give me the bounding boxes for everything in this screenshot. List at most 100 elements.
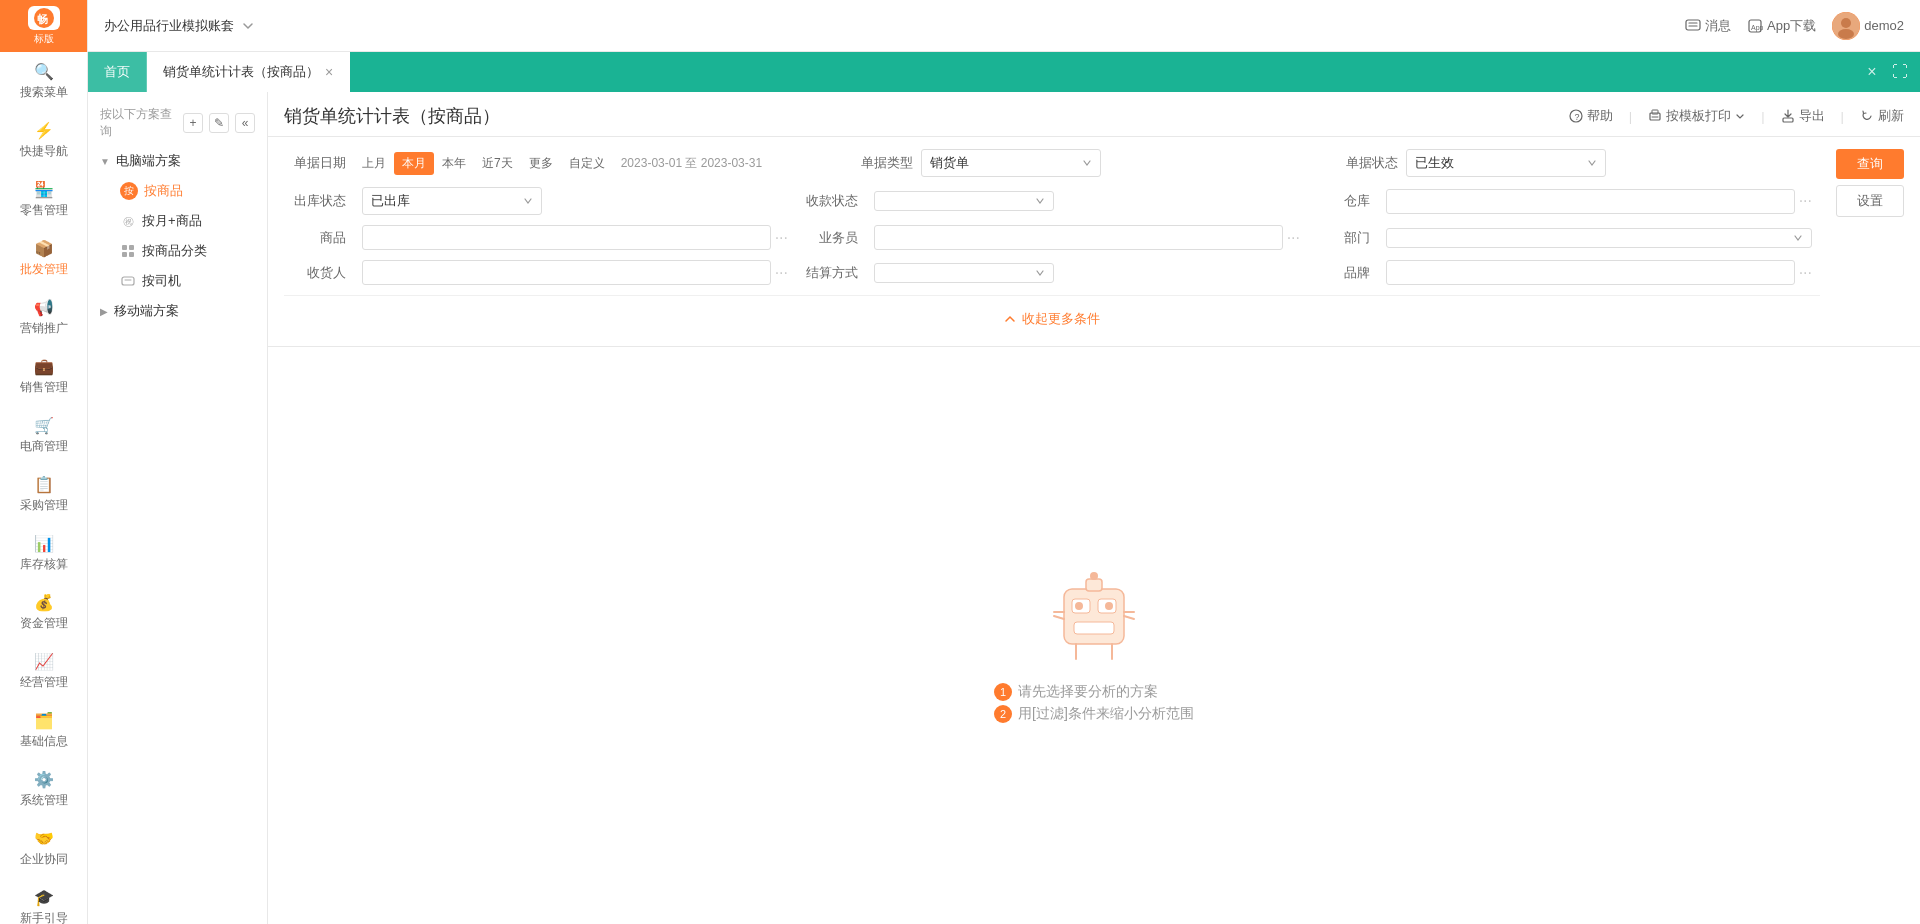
date-tab-thisyear[interactable]: 本年 [434, 152, 474, 175]
retail-icon: 🏪 [34, 180, 54, 199]
export-label: 导出 [1799, 107, 1825, 125]
sidebar-item-search[interactable]: 🔍 搜索菜单 [0, 52, 87, 111]
date-tab-more[interactable]: 更多 [521, 152, 561, 175]
tree-item-by-product[interactable]: 按 按商品 [88, 176, 267, 206]
paystatus-arrow-icon [1035, 196, 1045, 206]
sidebar-item-sales[interactable]: 💼 销售管理 [0, 347, 87, 406]
svg-point-27 [1090, 572, 1098, 580]
salesperson-input[interactable] [874, 225, 1283, 250]
type-select[interactable]: 销货单 [921, 149, 1101, 177]
sidebar-item-inventory-label: 库存核算 [20, 556, 68, 573]
sidebar-item-marketing[interactable]: 📢 营销推广 [0, 288, 87, 347]
brand-input[interactable] [1386, 260, 1795, 285]
product-input[interactable] [362, 225, 771, 250]
dept-select[interactable] [1386, 228, 1812, 248]
product-dots-icon[interactable]: ··· [775, 229, 788, 247]
dept-label: 部门 [1308, 229, 1378, 247]
date-tabs: 上月 本月 本年 近7天 更多 自定义 [354, 152, 613, 175]
tab-home[interactable]: 首页 [88, 52, 147, 92]
svg-rect-9 [129, 245, 134, 250]
status-select[interactable]: 已生效 [1406, 149, 1606, 177]
tab-sales-stat[interactable]: 销货单统计计表（按商品） × [147, 52, 350, 92]
app-download-label: App下载 [1767, 17, 1816, 35]
message-button[interactable]: 消息 [1685, 17, 1731, 35]
tree-group-mobile-header[interactable]: ▶ 移动端方案 [88, 296, 267, 326]
wholesale-icon: 📦 [34, 239, 54, 258]
warehouse-dots-icon[interactable]: ··· [1799, 192, 1812, 210]
sidebar-item-retail[interactable]: 🏪 零售管理 [0, 170, 87, 229]
salesperson-dots-icon[interactable]: ··· [1287, 229, 1300, 247]
receiver-filter-col: ··· [354, 260, 796, 285]
payment-select[interactable] [874, 263, 1054, 283]
edit-scheme-button[interactable]: ✎ [209, 113, 229, 133]
warehouse-input[interactable] [1386, 189, 1795, 214]
date-tab-lastmonth[interactable]: 上月 [354, 152, 394, 175]
receiver-input[interactable] [362, 260, 771, 285]
export-button[interactable]: 导出 [1781, 107, 1825, 125]
maximize-window-button[interactable]: ⛶ [1888, 60, 1912, 84]
sidebar-item-basic[interactable]: 🗂️ 基础信息 [0, 701, 87, 760]
empty-state: 1 请先选择要分析的方案 2 用[过滤]条件来缩小分析范围 [268, 347, 1920, 924]
help-button[interactable]: ? 帮助 [1569, 107, 1613, 125]
tip1-num: 1 [994, 683, 1012, 701]
paystatus-select[interactable] [874, 191, 1054, 211]
right-content: 销货单统计计表（按商品） ? 帮助 | 按模板打印 | 导 [268, 92, 1920, 924]
topbar: 办公用品行业模拟账套 消息 App App下载 demo2 [88, 0, 1920, 52]
export-icon [1781, 109, 1795, 123]
sidebar-item-guide[interactable]: 🎓 新手引导 [0, 878, 87, 924]
inventory-icon: 📊 [34, 534, 54, 553]
tree-item-by-month-product[interactable]: ㊗ 按月+商品 [88, 206, 267, 236]
date-tab-thismonth[interactable]: 本月 [394, 152, 434, 175]
brand-dots-icon[interactable]: ··· [1799, 264, 1812, 282]
sidebar-item-operation[interactable]: 📈 经营管理 [0, 642, 87, 701]
help-icon: ? [1569, 109, 1583, 123]
tree-group-desktop-header[interactable]: ▼ 电脑端方案 [88, 146, 267, 176]
tree-group-desktop-label: 电脑端方案 [116, 152, 181, 170]
refresh-label: 刷新 [1878, 107, 1904, 125]
sidebar-item-wholesale[interactable]: 📦 批发管理 [0, 229, 87, 288]
date-tab-custom[interactable]: 自定义 [561, 152, 613, 175]
sidebar-item-inventory[interactable]: 📊 库存核算 [0, 524, 87, 583]
tree-item-by-cashier[interactable]: 按司机 [88, 266, 267, 296]
receiver-dots-icon[interactable]: ··· [775, 264, 788, 282]
sidebar: 畅 标版 🔍 搜索菜单 ⚡ 快捷导航 🏪 零售管理 📦 批发管理 📢 营销推广 … [0, 0, 88, 924]
tree-item-by-category[interactable]: 按商品分类 [88, 236, 267, 266]
system-icon: ⚙️ [34, 770, 54, 789]
user-menu[interactable]: demo2 [1832, 12, 1904, 40]
add-icon: + [189, 116, 196, 130]
collapse-panel-button[interactable]: « [235, 113, 255, 133]
active-dot-icon: 按 [120, 182, 138, 200]
svg-point-25 [1105, 602, 1113, 610]
tab-close-icon[interactable]: × [325, 64, 333, 80]
sidebar-item-system[interactable]: ⚙️ 系统管理 [0, 760, 87, 819]
sidebar-item-sales-label: 销售管理 [20, 379, 68, 396]
print-label: 按模板打印 [1666, 107, 1731, 125]
chevron-down-icon [242, 20, 254, 32]
date-tab-7days[interactable]: 近7天 [474, 152, 521, 175]
sidebar-item-ecommerce[interactable]: 🛒 电商管理 [0, 406, 87, 465]
print-button[interactable]: 按模板打印 [1648, 107, 1745, 125]
app-download-button[interactable]: App App下载 [1747, 17, 1816, 35]
settings-button[interactable]: 设置 [1836, 185, 1904, 217]
add-scheme-button[interactable]: + [183, 113, 203, 133]
search-icon: 🔍 [34, 62, 54, 81]
sidebar-item-enterprise[interactable]: 🤝 企业协同 [0, 819, 87, 878]
outstatus-label: 出库状态 [284, 192, 354, 210]
refresh-button[interactable]: 刷新 [1860, 107, 1904, 125]
sidebar-item-quick-nav[interactable]: ⚡ 快捷导航 [0, 111, 87, 170]
close-window-button[interactable]: × [1860, 60, 1884, 84]
collapse-label: 收起更多条件 [1022, 310, 1100, 328]
filter-row-3: 商品 ··· 业务员 ··· 部门 [284, 225, 1820, 250]
sidebar-item-finance[interactable]: 💰 资金管理 [0, 583, 87, 642]
query-button[interactable]: 查询 [1836, 149, 1904, 179]
collapse-button[interactable]: 收起更多条件 [1004, 304, 1100, 334]
status-filter-group: 已生效 [1406, 149, 1820, 177]
svg-rect-10 [122, 252, 127, 257]
logo-icon: 畅 [28, 6, 60, 30]
status-select-arrow-icon [1587, 158, 1597, 168]
outstatus-select[interactable]: 已出库 [362, 187, 542, 215]
tab-sales-stat-label: 销货单统计计表（按商品） [163, 63, 319, 81]
sidebar-item-purchase[interactable]: 📋 采购管理 [0, 465, 87, 524]
message-icon [1685, 18, 1701, 34]
print-icon [1648, 109, 1662, 123]
